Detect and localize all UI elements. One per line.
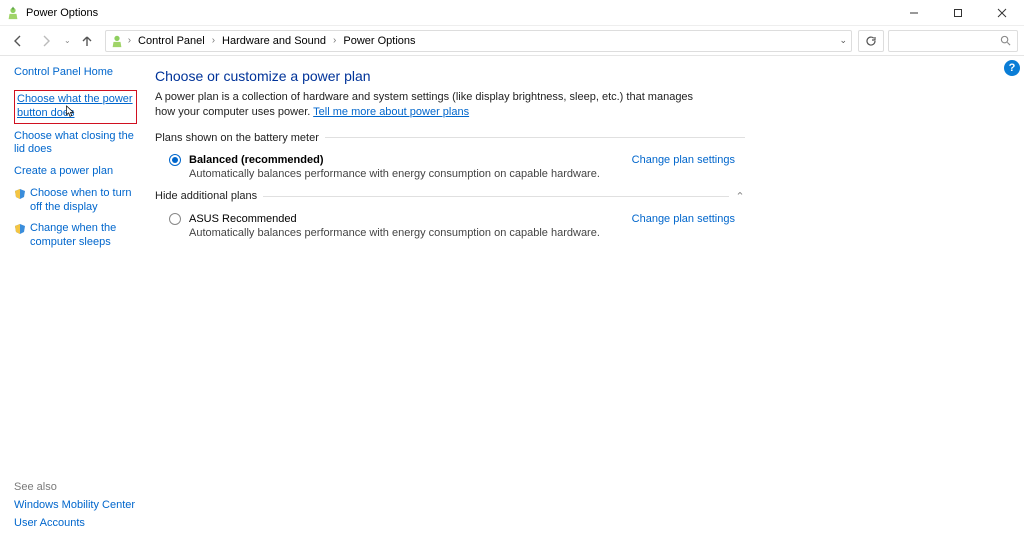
sidebar-link-turn-off-display[interactable]: Choose when to turn off the display bbox=[14, 187, 137, 215]
sidebar-link-turn-off-display-label: Choose when to turn off the display bbox=[30, 187, 137, 215]
address-bar[interactable]: › Control Panel › Hardware and Sound › P… bbox=[105, 30, 852, 52]
control-panel-home-link[interactable]: Control Panel Home bbox=[14, 66, 137, 78]
hide-additional-plans-label: Hide additional plans bbox=[155, 190, 257, 202]
see-also-heading: See also bbox=[14, 481, 137, 493]
sidebar-link-closing-lid[interactable]: Choose what closing the lid does bbox=[14, 130, 137, 158]
minimize-button[interactable] bbox=[892, 0, 936, 26]
shield-icon bbox=[14, 223, 26, 235]
battery-plans-heading: Plans shown on the battery meter bbox=[155, 132, 745, 144]
change-plan-settings-asus[interactable]: Change plan settings bbox=[632, 213, 735, 225]
back-button[interactable] bbox=[6, 29, 30, 53]
sidebar-link-create-plan[interactable]: Create a power plan bbox=[14, 165, 137, 179]
refresh-button[interactable] bbox=[858, 30, 884, 52]
breadcrumb-root[interactable]: Control Panel bbox=[135, 35, 208, 47]
chevron-right-icon: › bbox=[126, 35, 133, 46]
see-also-accounts[interactable]: User Accounts bbox=[14, 517, 137, 529]
forward-button[interactable] bbox=[34, 29, 58, 53]
plan-asus-name: ASUS Recommended bbox=[189, 213, 297, 225]
search-icon bbox=[1000, 35, 1011, 46]
sidebar-link-power-button[interactable]: Choose what the power button does bbox=[14, 90, 137, 124]
chevron-right-icon: › bbox=[331, 35, 338, 46]
divider bbox=[325, 137, 745, 138]
content: Control Panel Home Choose what the power… bbox=[0, 56, 1024, 545]
plan-balanced-description: Automatically balances performance with … bbox=[155, 168, 1010, 180]
plan-asus-description: Automatically balances performance with … bbox=[155, 227, 1010, 239]
sidebar-link-computer-sleeps[interactable]: Change when the computer sleeps bbox=[14, 222, 137, 250]
shield-icon bbox=[14, 188, 26, 200]
radio-selected-icon[interactable] bbox=[169, 154, 181, 166]
window-title: Power Options bbox=[26, 7, 98, 19]
search-input[interactable] bbox=[888, 30, 1018, 52]
help-icon[interactable]: ? bbox=[1004, 60, 1020, 76]
chevron-right-icon: › bbox=[210, 35, 217, 46]
chevron-up-icon: ⌃ bbox=[735, 190, 745, 203]
plan-asus[interactable]: ASUS Recommended Change plan settings bbox=[155, 211, 735, 227]
titlebar: Power Options bbox=[0, 0, 1024, 26]
control-panel-icon bbox=[110, 34, 124, 48]
plan-balanced-name: Balanced (recommended) bbox=[189, 154, 323, 166]
radio-unselected-icon[interactable] bbox=[169, 213, 181, 225]
breadcrumb-leaf[interactable]: Power Options bbox=[340, 35, 418, 47]
hide-additional-plans-toggle[interactable]: Hide additional plans ⌃ bbox=[155, 190, 745, 203]
app-icon bbox=[6, 6, 20, 20]
address-dropdown-icon[interactable]: ⌄ bbox=[839, 35, 847, 46]
divider bbox=[263, 196, 729, 197]
battery-plans-heading-label: Plans shown on the battery meter bbox=[155, 132, 319, 144]
sidebar: Control Panel Home Choose what the power… bbox=[0, 56, 145, 545]
plan-balanced[interactable]: Balanced (recommended) Change plan setti… bbox=[155, 152, 735, 168]
tell-me-more-link[interactable]: Tell me more about power plans bbox=[313, 106, 469, 118]
sidebar-link-computer-sleeps-label: Change when the computer sleeps bbox=[30, 222, 137, 250]
up-button[interactable] bbox=[75, 29, 99, 53]
history-dropdown-icon[interactable]: ⌄ bbox=[64, 36, 71, 45]
see-also-mobility[interactable]: Windows Mobility Center bbox=[14, 499, 137, 511]
close-button[interactable] bbox=[980, 0, 1024, 26]
sidebar-link-power-button-label[interactable]: Choose what the power button does bbox=[17, 93, 133, 119]
change-plan-settings-balanced[interactable]: Change plan settings bbox=[632, 154, 735, 166]
maximize-button[interactable] bbox=[936, 0, 980, 26]
page-title: Choose or customize a power plan bbox=[155, 68, 1010, 84]
breadcrumb-mid[interactable]: Hardware and Sound bbox=[219, 35, 329, 47]
page-description: A power plan is a collection of hardware… bbox=[155, 90, 715, 120]
navbar: ⌄ › Control Panel › Hardware and Sound ›… bbox=[0, 26, 1024, 56]
main-panel: ? Choose or customize a power plan A pow… bbox=[145, 56, 1024, 545]
